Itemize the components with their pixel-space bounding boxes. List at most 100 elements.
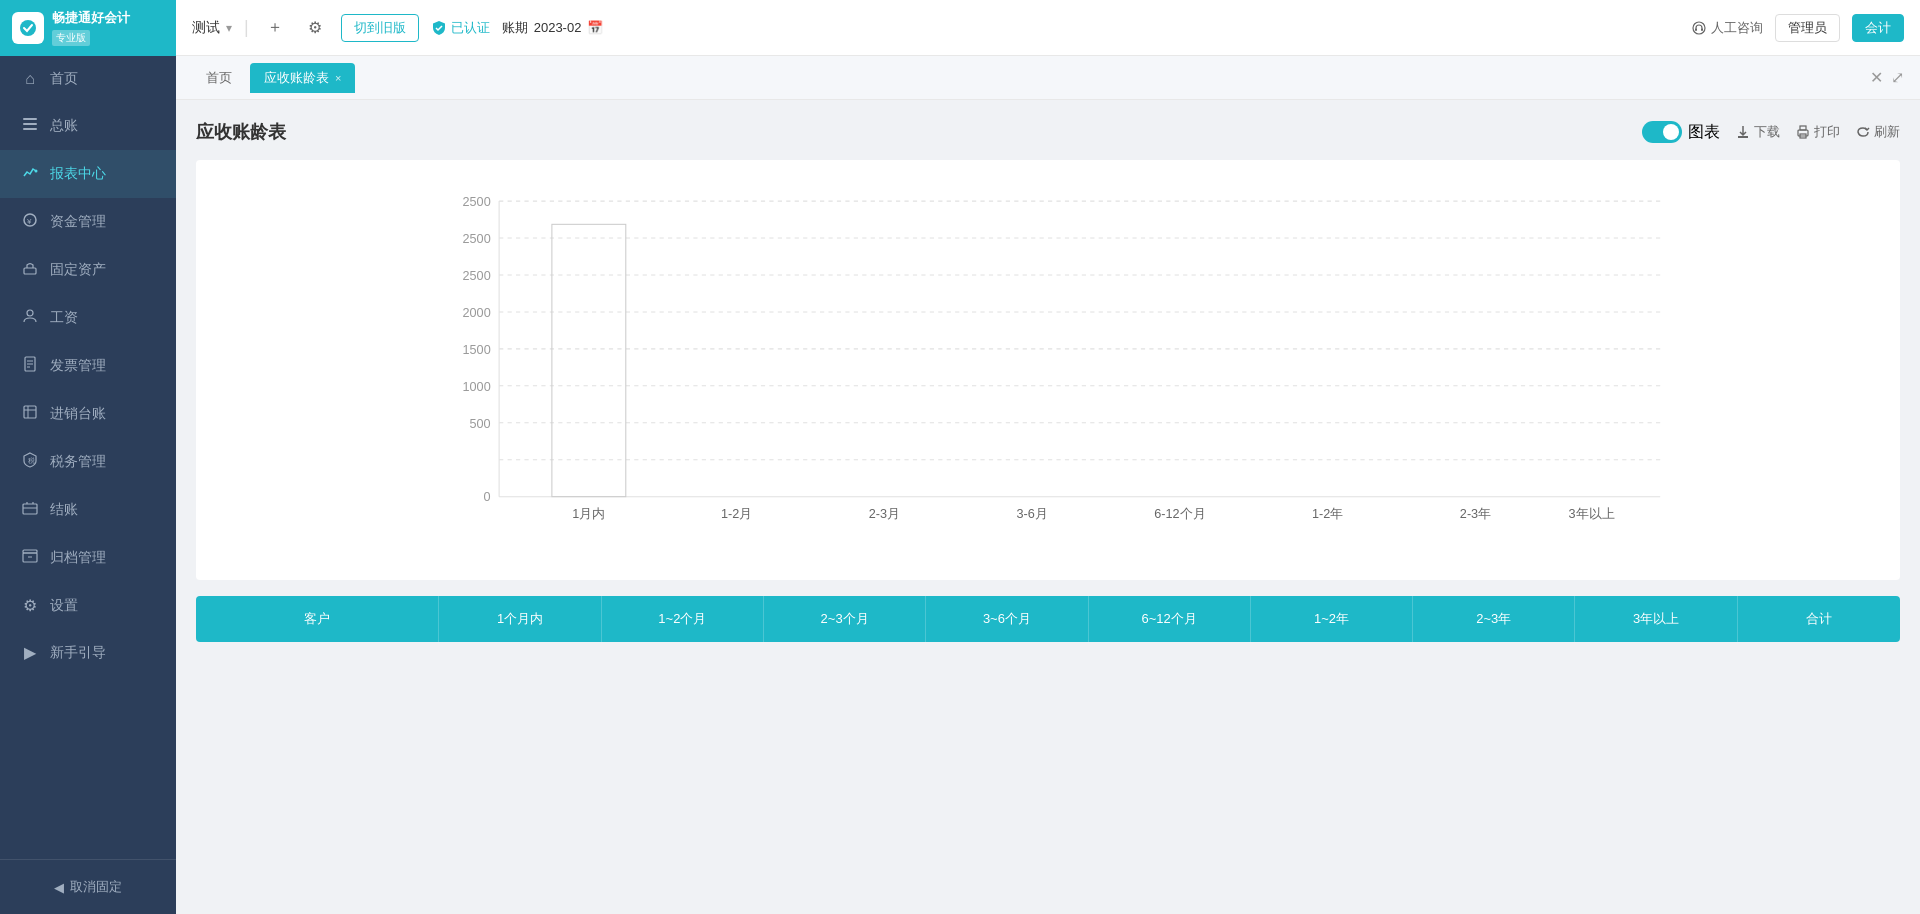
sidebar-item-invoice[interactable]: 发票管理 <box>0 342 176 390</box>
svg-rect-25 <box>1695 28 1697 31</box>
tabs-bar: 首页 应收账龄表 × ✕ ⤢ <box>176 56 1920 100</box>
svg-text:1月内: 1月内 <box>572 507 605 521</box>
svg-text:2500: 2500 <box>463 269 491 283</box>
tab-home-label: 首页 <box>206 69 232 87</box>
col-2-3year: 2~3年 <box>1413 596 1575 642</box>
shield-icon <box>431 20 447 36</box>
sidebar-label: 税务管理 <box>50 453 106 471</box>
col-1month: 1个月内 <box>439 596 601 642</box>
col-customer: 客户 <box>196 596 439 642</box>
pin-icon: ◀ <box>54 880 64 895</box>
svg-text:税: 税 <box>28 457 35 464</box>
print-icon <box>1796 125 1810 139</box>
sidebar-item-archive[interactable]: 归档管理 <box>0 534 176 582</box>
project-selector[interactable]: 测试 ▾ <box>192 19 232 37</box>
sidebar-label: 归档管理 <box>50 549 106 567</box>
sidebar-item-tax[interactable]: 税 税务管理 <box>0 438 176 486</box>
svg-rect-7 <box>24 268 36 274</box>
svg-point-0 <box>20 20 36 36</box>
period-value: 2023-02 <box>534 20 582 35</box>
toggle-switch-on <box>1642 121 1682 143</box>
bar-chart: 2500 2500 2500 2000 1500 1000 500 0 <box>216 180 1880 560</box>
assets-icon <box>20 260 40 280</box>
invoice-icon <box>20 356 40 376</box>
svg-rect-55 <box>1291 378 1365 496</box>
chart-toggle-label: 图表 <box>1688 122 1720 143</box>
download-button[interactable]: 下载 <box>1736 123 1780 141</box>
svg-text:1500: 1500 <box>463 343 491 357</box>
tax-icon: 税 <box>20 452 40 472</box>
period-label: 账期 <box>502 19 528 37</box>
sidebar-label: 报表中心 <box>50 165 106 183</box>
sidebar-item-funds[interactable]: ¥ 资金管理 <box>0 198 176 246</box>
svg-text:1-2月: 1-2月 <box>721 507 752 521</box>
svg-rect-56 <box>1439 315 1513 497</box>
role-button[interactable]: 会计 <box>1852 14 1904 42</box>
chart-container: 2500 2500 2500 2000 1500 1000 500 0 <box>196 160 1900 580</box>
table-header: 客户 1个月内 1~2个月 2~3个月 3~6个月 6~12个月 1~2年 2~… <box>196 596 1900 642</box>
calendar-icon[interactable]: 📅 <box>587 20 603 35</box>
sidebar-item-reports[interactable]: 报表中心 <box>0 150 176 198</box>
checkout-icon <box>20 500 40 520</box>
svg-rect-13 <box>24 406 36 418</box>
svg-text:2000: 2000 <box>463 306 491 320</box>
svg-text:1000: 1000 <box>463 380 491 394</box>
home-icon: ⌂ <box>20 70 40 88</box>
svg-text:2-3月: 2-3月 <box>869 507 900 521</box>
page-header: 应收账龄表 图表 下载 <box>196 120 1900 144</box>
sidebar-item-sales[interactable]: 进销台账 <box>0 390 176 438</box>
tab-close-icon[interactable]: × <box>335 72 341 84</box>
svg-point-4 <box>35 170 38 173</box>
sidebar-item-checkout[interactable]: 结账 <box>0 486 176 534</box>
tab-aging[interactable]: 应收账龄表 × <box>250 63 355 93</box>
cancel-fixed-label: 取消固定 <box>70 878 122 896</box>
refresh-button[interactable]: 刷新 <box>1856 123 1900 141</box>
svg-text:3-6月: 3-6月 <box>1017 507 1048 521</box>
svg-text:2-3年: 2-3年 <box>1460 507 1491 521</box>
consult-label: 人工咨询 <box>1711 19 1763 37</box>
funds-icon: ¥ <box>20 212 40 232</box>
chart-toggle[interactable]: 图表 <box>1642 121 1720 143</box>
salary-icon <box>20 308 40 328</box>
svg-text:3年以上: 3年以上 <box>1569 507 1615 521</box>
settings-button[interactable]: ⚙ <box>301 14 329 42</box>
sidebar-item-assets[interactable]: 固定资产 <box>0 246 176 294</box>
sidebar-item-salary[interactable]: 工资 <box>0 294 176 342</box>
user-button[interactable]: 管理员 <box>1775 14 1840 42</box>
certified-badge: 已认证 <box>431 19 490 37</box>
sidebar-item-home[interactable]: ⌂ 首页 <box>0 56 176 102</box>
svg-text:¥: ¥ <box>26 217 32 226</box>
sidebar-item-ledger[interactable]: 总账 <box>0 102 176 150</box>
sidebar-item-guide[interactable]: ▶ 新手引导 <box>0 629 176 676</box>
expand-button[interactable]: ⤢ <box>1891 68 1904 87</box>
page-actions: 图表 下载 打印 <box>1642 121 1900 143</box>
sidebar-label: 资金管理 <box>50 213 106 231</box>
sidebar-logo: 畅捷通好会计 专业版 <box>0 0 176 56</box>
tab-aging-label: 应收账龄表 <box>264 69 329 87</box>
sidebar-label: 结账 <box>50 501 78 519</box>
sidebar-label: 发票管理 <box>50 357 106 375</box>
svg-point-8 <box>27 310 33 316</box>
switch-version-button[interactable]: 切到旧版 <box>341 14 419 42</box>
svg-rect-54 <box>1143 207 1217 496</box>
sidebar-item-label: 首页 <box>50 70 78 88</box>
sidebar-item-settings[interactable]: ⚙ 设置 <box>0 582 176 629</box>
ledger-icon <box>20 116 40 136</box>
archive-icon <box>20 548 40 568</box>
cancel-fixed-button[interactable]: ◀ 取消固定 <box>0 870 176 904</box>
tab-home[interactable]: 首页 <box>192 63 246 93</box>
reports-icon <box>20 164 40 184</box>
svg-rect-17 <box>23 504 37 514</box>
col-1-2month: 1~2个月 <box>602 596 764 642</box>
add-button[interactable]: ＋ <box>261 14 289 42</box>
print-button[interactable]: 打印 <box>1796 123 1840 141</box>
svg-rect-48 <box>552 224 626 496</box>
certified-label: 已认证 <box>451 19 490 37</box>
sidebar: 畅捷通好会计 专业版 ⌂ 首页 总账 <box>0 0 176 914</box>
consult-button[interactable]: 人工咨询 <box>1691 19 1763 37</box>
svg-rect-28 <box>1800 126 1806 130</box>
sales-icon <box>20 404 40 424</box>
sidebar-label: 设置 <box>50 597 78 615</box>
close-tab-button[interactable]: ✕ <box>1870 68 1883 87</box>
svg-rect-22 <box>23 550 37 553</box>
